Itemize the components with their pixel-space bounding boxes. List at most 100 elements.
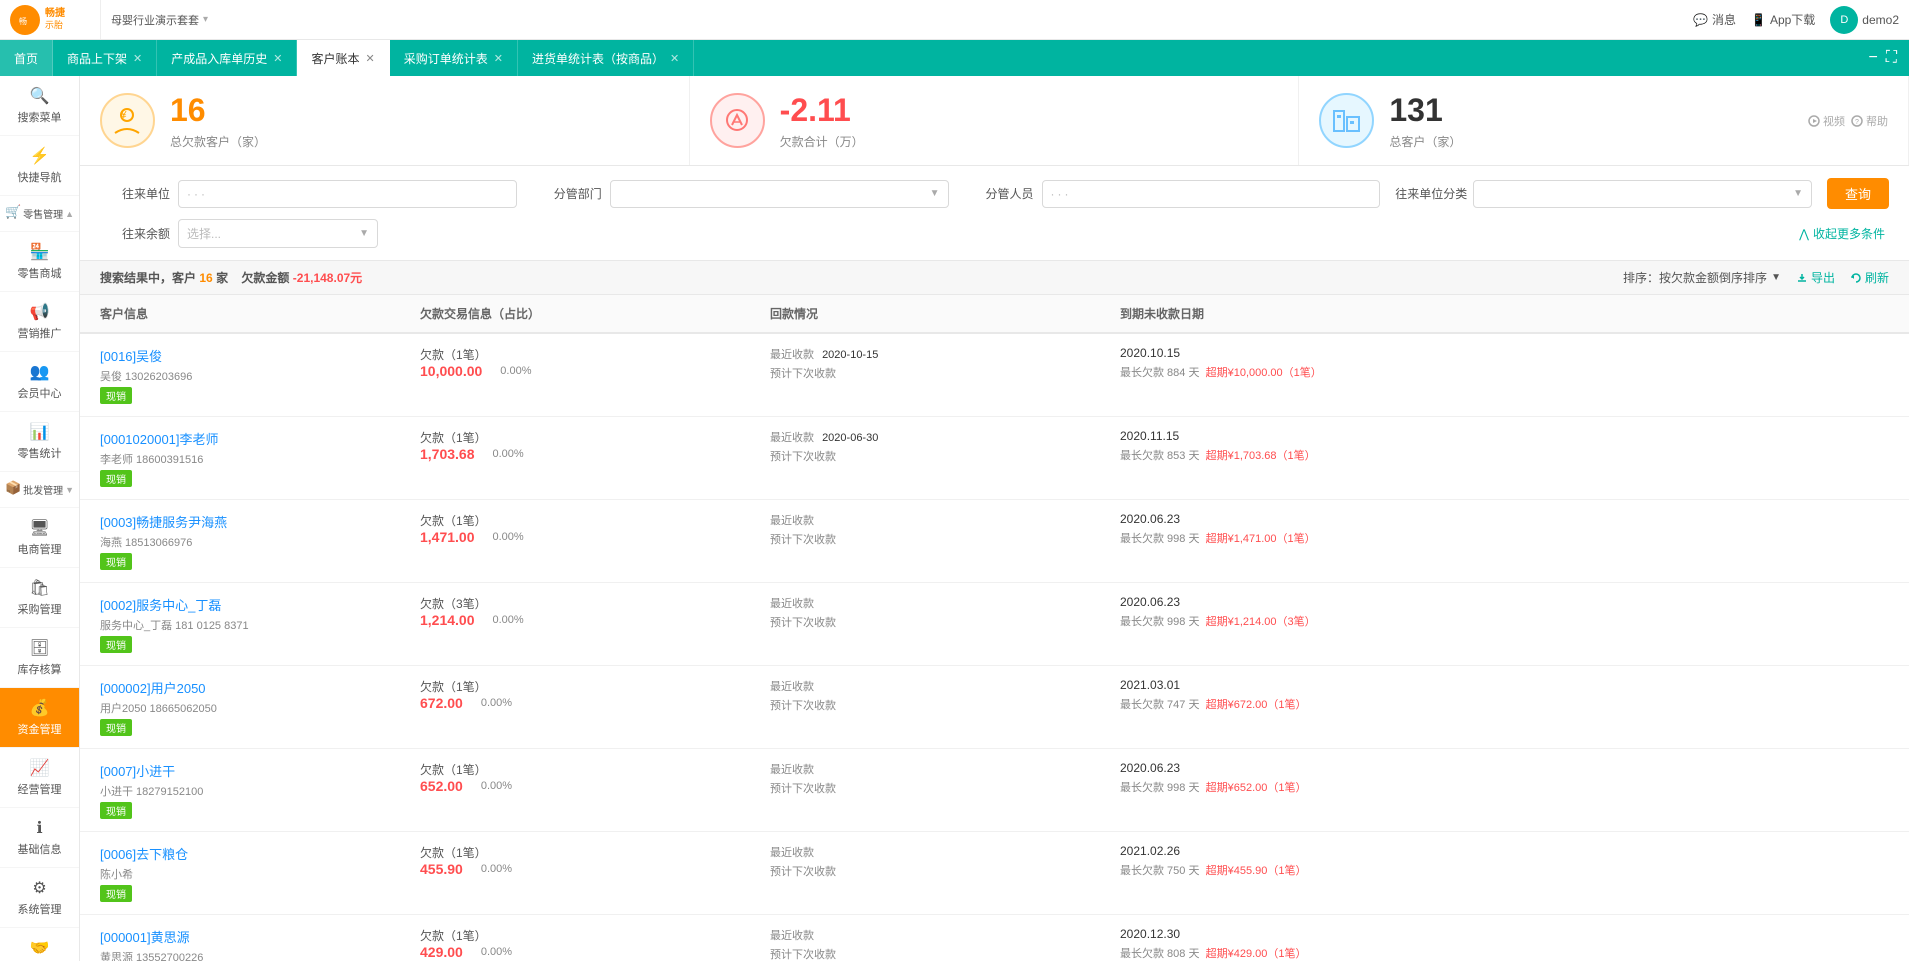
sidebar-item-quick-nav[interactable]: ⚡ 快捷导航 bbox=[0, 136, 79, 196]
message-icon: 💬 bbox=[1693, 13, 1708, 27]
person-input[interactable]: ··· bbox=[1042, 180, 1381, 208]
due-date-info-3: 2020.06.23 最长欠款 998 天 超期¥1,214.00（3笔） bbox=[1120, 595, 1889, 629]
collapse-button[interactable]: ⋀ 收起更多条件 bbox=[1795, 221, 1889, 246]
sidebar-item-purchase-mgmt[interactable]: 🛍 采购管理 bbox=[0, 568, 79, 628]
sort-select[interactable]: 排序：按欠款金额倒序排序 ▼ bbox=[1623, 269, 1781, 286]
sidebar-item-search-menu[interactable]: 🔍 搜索菜单 bbox=[0, 76, 79, 136]
sidebar-item-retail-mall[interactable]: 🏪 零售商城 bbox=[0, 232, 79, 292]
sidebar-item-inventory[interactable]: 🗄 库存核算 bbox=[0, 628, 79, 688]
sidebar-item-ecom[interactable]: 🖥 电商管理 bbox=[0, 508, 79, 568]
app-download-btn[interactable]: 📱 App下载 bbox=[1751, 11, 1815, 28]
customer-name-5[interactable]: [0007]小进干 bbox=[100, 761, 420, 780]
user-area[interactable]: D demo2 bbox=[1830, 6, 1899, 34]
overdue-link-6[interactable]: 超期¥455.90（1笔） bbox=[1206, 865, 1307, 877]
table-header: 客户信息 欠款交易信息（占比） 回款情况 到期未收款日期 bbox=[80, 295, 1909, 334]
customer-name-0[interactable]: [0016]吴俊 bbox=[100, 346, 420, 365]
tab-produce[interactable]: 产成品入库单历史 ✕ bbox=[157, 40, 297, 76]
department-arrow: ▼ bbox=[930, 188, 940, 199]
customer-name-3[interactable]: [0002]服务中心_丁磊 bbox=[100, 595, 420, 614]
marketing-icon: 📢 bbox=[30, 302, 50, 322]
avatar: D bbox=[1830, 6, 1858, 34]
svg-text:?: ? bbox=[1855, 119, 1859, 126]
sidebar-item-member[interactable]: 👥 会员中心 bbox=[0, 352, 79, 412]
balance-arrow: ▼ bbox=[359, 228, 369, 239]
search-menu-icon: 🔍 bbox=[30, 86, 50, 106]
tab-purchase-close[interactable]: ✕ bbox=[494, 52, 503, 65]
customer-phone-4: 用户2050 18665062050 bbox=[100, 700, 420, 716]
overdue-link-2[interactable]: 超期¥1,471.00（1笔） bbox=[1206, 533, 1316, 545]
tab-customer-close[interactable]: ✕ bbox=[366, 52, 375, 65]
table-row: [000001]黄思源 黄思源 13552700226 现销 欠款（1笔） 42… bbox=[80, 915, 1909, 961]
overdue-link-3[interactable]: 超期¥1,214.00（3笔） bbox=[1206, 616, 1316, 628]
refresh-btn[interactable]: 刷新 bbox=[1850, 269, 1889, 286]
customer-name-1[interactable]: [0001020001]李老师 bbox=[100, 429, 420, 448]
sidebar-item-basic-info[interactable]: ℹ 基础信息 bbox=[0, 808, 79, 868]
video-icon[interactable]: 视频 bbox=[1808, 113, 1845, 129]
overdue-link-1[interactable]: 超期¥1,703.68（1笔） bbox=[1206, 450, 1316, 462]
refresh-icon bbox=[1850, 272, 1862, 284]
unit-category-select[interactable]: ▼ bbox=[1473, 180, 1812, 208]
overdue-link-7[interactable]: 超期¥429.00（1笔） bbox=[1206, 948, 1307, 960]
balance-select[interactable]: 选择... ▼ bbox=[178, 219, 378, 248]
overdue-days-2: 最长欠款 998 天 bbox=[1120, 533, 1203, 545]
debt-amount-number: -2.11 bbox=[780, 92, 864, 129]
tab-incoming[interactable]: 进货单统计表（按商品） ✕ bbox=[518, 40, 694, 76]
tab-purchase[interactable]: 采购订单统计表 ✕ bbox=[390, 40, 518, 76]
tab-customer[interactable]: 客户账本 ✕ bbox=[297, 40, 389, 76]
due-date-4: 2021.03.01 bbox=[1120, 678, 1889, 692]
tab-incoming-close[interactable]: ✕ bbox=[670, 52, 679, 65]
origin-unit-input[interactable]: ··· bbox=[178, 180, 517, 208]
overdue-link-4[interactable]: 超期¥672.00（1笔） bbox=[1206, 699, 1307, 711]
query-button[interactable]: 查询 bbox=[1827, 178, 1889, 209]
sidebar-item-system[interactable]: ⚙ 系统管理 bbox=[0, 868, 79, 928]
tab-fullscreen-btn[interactable]: ⛶ bbox=[1882, 49, 1901, 67]
customer-name-4[interactable]: [000002]用户2050 bbox=[100, 678, 420, 697]
recovery-next-6: 预计下次收款 bbox=[770, 863, 1120, 879]
debt-count-6: 欠款（1笔） bbox=[420, 846, 487, 860]
message-btn[interactable]: 💬 消息 bbox=[1693, 11, 1736, 28]
customer-info-7: [000001]黄思源 黄思源 13552700226 现销 bbox=[100, 927, 420, 961]
debt-customers-content: 16 总欠款客户（家） bbox=[170, 92, 266, 150]
debt-ratio-5: 0.00% bbox=[481, 780, 512, 792]
tab-produce-close[interactable]: ✕ bbox=[273, 52, 282, 65]
sidebar-item-finance[interactable]: 💰 资金管理 bbox=[0, 688, 79, 748]
debt-amount-icon bbox=[710, 93, 765, 148]
customer-tag-3: 现销 bbox=[100, 636, 132, 653]
help-icon[interactable]: ? 帮助 bbox=[1851, 113, 1888, 129]
sidebar-item-operations[interactable]: 📈 经营管理 bbox=[0, 748, 79, 808]
debt-ratio-7: 0.00% bbox=[481, 946, 512, 958]
customer-name-6[interactable]: [0006]去下粮仓 bbox=[100, 844, 420, 863]
debt-count-0: 欠款（1笔） bbox=[420, 348, 487, 362]
debt-info-0: 欠款（1笔） 10,000.00 0.00% bbox=[420, 346, 770, 379]
quick-nav-icon: ⚡ bbox=[30, 146, 50, 166]
recovery-next-5: 预计下次收款 bbox=[770, 780, 1120, 796]
customer-info-6: [0006]去下粮仓 陈小希 现销 bbox=[100, 844, 420, 902]
col-due-date: 到期未收款日期 bbox=[1120, 305, 1889, 322]
debt-info-3: 欠款（3笔） 1,214.00 0.00% bbox=[420, 595, 770, 628]
recovery-info-1: 最近收款 2020-06-30 预计下次收款 bbox=[770, 429, 1120, 464]
sidebar-item-retail-mgmt[interactable]: 🛒 零售管理 ▲ bbox=[0, 196, 79, 232]
sidebar-item-enterprise[interactable]: 🤝 企业协同 bbox=[0, 928, 79, 961]
debt-customers-icon: ¥ bbox=[100, 93, 155, 148]
overdue-link-5[interactable]: 超期¥652.00（1笔） bbox=[1206, 782, 1307, 794]
customer-name-7[interactable]: [000001]黄思源 bbox=[100, 927, 420, 946]
tab-goods-close[interactable]: ✕ bbox=[133, 52, 142, 65]
sidebar-item-retail-stats[interactable]: 📊 零售统计 bbox=[0, 412, 79, 472]
sidebar-item-marketing[interactable]: 📢 营销推广 bbox=[0, 292, 79, 352]
export-btn[interactable]: 导出 bbox=[1796, 269, 1835, 286]
department-select[interactable]: ▼ bbox=[610, 180, 949, 208]
finance-icon: 💰 bbox=[30, 698, 50, 718]
tab-goods[interactable]: 商品上下架 ✕ bbox=[53, 40, 157, 76]
sidebar-item-batch-mgmt[interactable]: 📦 批发管理 ▼ bbox=[0, 472, 79, 508]
overdue-link-0[interactable]: 超期¥10,000.00（1笔） bbox=[1206, 367, 1322, 379]
dropdown-arrow[interactable]: ▾ bbox=[203, 14, 208, 25]
overdue-days-4: 最长欠款 747 天 bbox=[1120, 699, 1203, 711]
total-customers-label: 总客户（家） bbox=[1389, 133, 1461, 150]
customer-name-2[interactable]: [0003]畅捷服务尹海燕 bbox=[100, 512, 420, 531]
recovery-info-7: 最近收款 预计下次收款 bbox=[770, 927, 1120, 961]
col-customer-info: 客户信息 bbox=[100, 305, 420, 322]
tab-home[interactable]: 首页 bbox=[0, 40, 53, 76]
customer-tag-6: 现销 bbox=[100, 885, 132, 902]
tab-prev-btn[interactable]: − bbox=[1864, 49, 1881, 67]
overdue-days-7: 最长欠款 808 天 bbox=[1120, 948, 1203, 960]
